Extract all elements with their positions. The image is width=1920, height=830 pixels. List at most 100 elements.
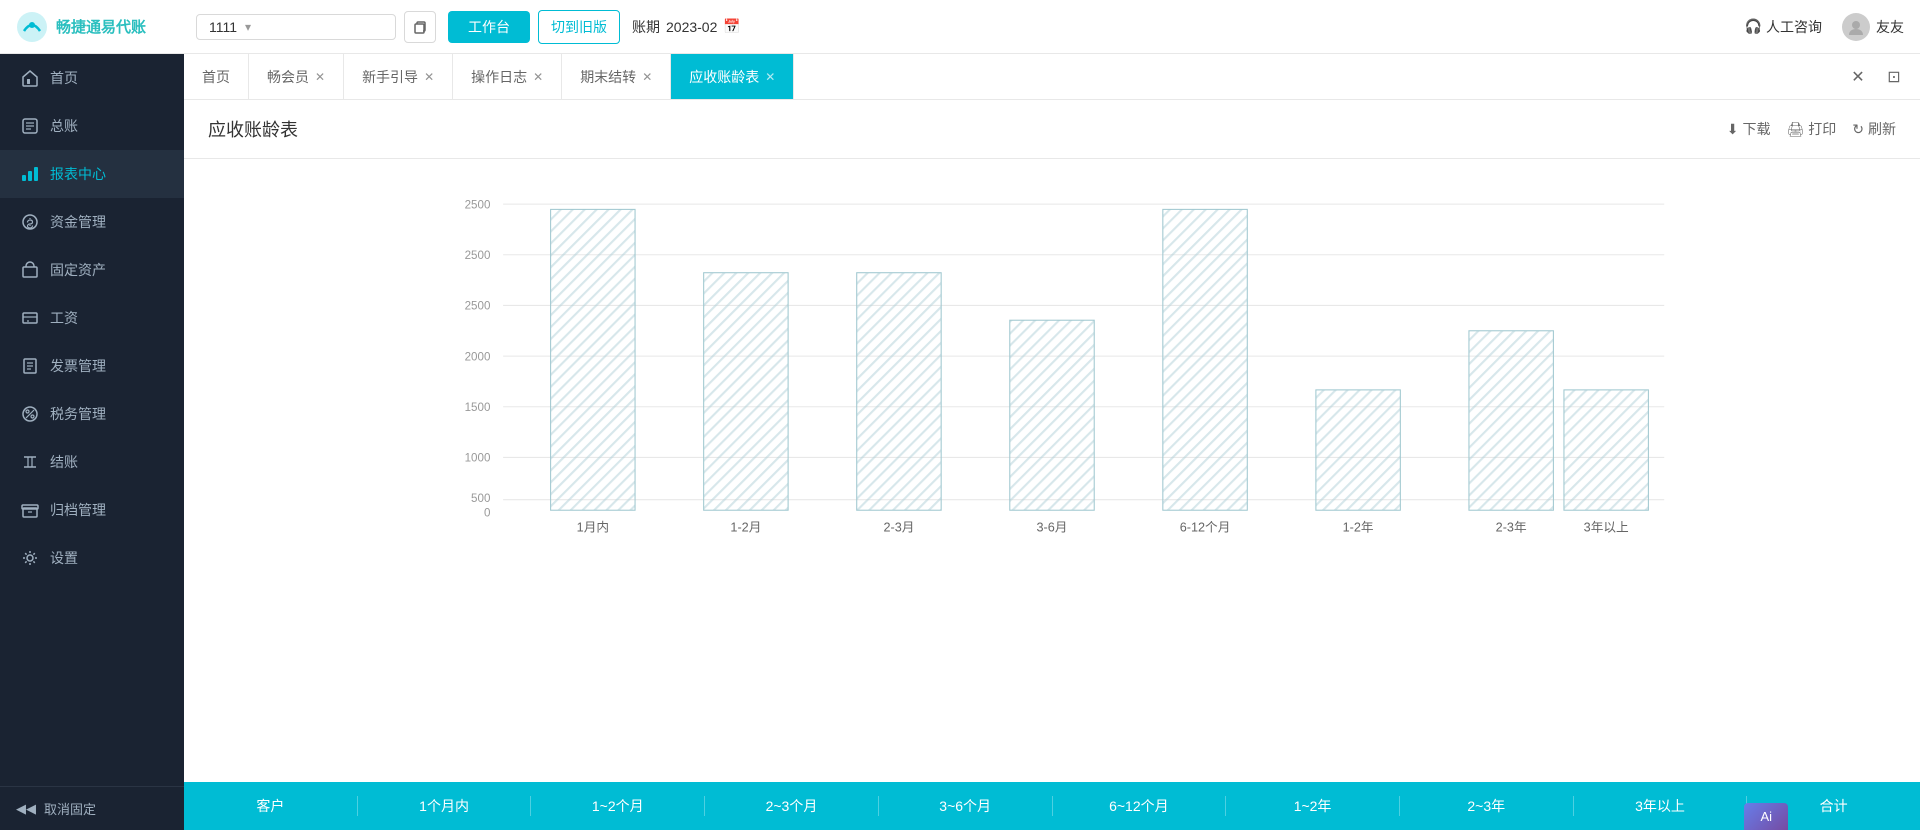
payroll-icon: [20, 308, 40, 328]
user-area[interactable]: 友友: [1842, 13, 1904, 41]
sidebar-item-tax[interactable]: 税务管理: [0, 390, 184, 438]
sidebar-label-reports: 报表中心: [50, 164, 106, 184]
tab-member[interactable]: 畅会员 ✕: [249, 54, 344, 100]
sidebar-item-home[interactable]: 首页: [0, 54, 184, 102]
headset-icon: 🎧: [1745, 18, 1762, 35]
close-member-tab[interactable]: ✕: [315, 70, 325, 84]
svg-text:1500: 1500: [465, 401, 491, 414]
logo-area: 畅捷通易代账: [16, 11, 196, 43]
settings-icon: [20, 548, 40, 568]
tabs-actions: ✕ ⊡: [1832, 63, 1920, 91]
sidebar-item-payroll[interactable]: 工资: [0, 294, 184, 342]
sidebar-label-settlement: 结账: [50, 452, 78, 472]
maximize-button[interactable]: ⊡: [1880, 63, 1908, 91]
col-header-customer: 客户: [184, 796, 358, 816]
col-header-6-12m: 6~12个月: [1053, 796, 1227, 816]
invoice-icon: [20, 356, 40, 376]
svg-text:0: 0: [484, 507, 490, 520]
page-title: 应收账龄表: [208, 116, 298, 142]
svg-text:500: 500: [471, 492, 490, 505]
archive-icon: [20, 500, 40, 520]
sidebar-item-reports[interactable]: 报表中心: [0, 150, 184, 198]
settlement-icon: [20, 452, 40, 472]
period-label: 账期: [632, 17, 660, 37]
close-guide-tab[interactable]: ✕: [424, 70, 434, 84]
svg-text:1-2年: 1-2年: [1343, 520, 1374, 534]
tabs-bar: 首页 畅会员 ✕ 新手引导 ✕ 操作日志 ✕ 期末结转 ✕ 应收账龄表 ✕: [184, 54, 1920, 100]
svg-text:6-12个月: 6-12个月: [1180, 520, 1231, 534]
tab-oplog[interactable]: 操作日志 ✕: [453, 54, 562, 100]
period-value: 2023-02: [666, 19, 717, 35]
workbench-button[interactable]: 工作台: [448, 11, 530, 43]
col-header-2-3y: 2~3年: [1400, 796, 1574, 816]
svg-text:2-3月: 2-3月: [883, 520, 914, 534]
sidebar-item-ledger[interactable]: 总账: [0, 102, 184, 150]
svg-text:2500: 2500: [465, 198, 491, 211]
col-header-2-3m: 2~3个月: [705, 796, 879, 816]
sidebar-label-home: 首页: [50, 68, 78, 88]
svg-text:1月内: 1月内: [577, 520, 609, 534]
ai-badge[interactable]: Ai: [1744, 803, 1788, 830]
avatar: [1842, 13, 1870, 41]
company-select[interactable]: 1111 ▾: [196, 14, 396, 40]
sidebar-label-tax: 税务管理: [50, 404, 106, 424]
tax-icon: [20, 404, 40, 424]
sidebar-label-assets: 固定资产: [50, 260, 106, 280]
col-header-1m: 1个月内: [358, 796, 532, 816]
col-header-3y-plus: 3年以上: [1574, 796, 1748, 816]
sidebar-item-archive[interactable]: 归档管理: [0, 486, 184, 534]
ledger-icon: [20, 116, 40, 136]
close-aging-tab[interactable]: ✕: [765, 70, 775, 84]
refresh-icon: ↻: [1852, 121, 1864, 138]
col-header-1-2m: 1~2个月: [531, 796, 705, 816]
switch-version-button[interactable]: 切到旧版: [538, 10, 620, 44]
tab-guide[interactable]: 新手引导 ✕: [344, 54, 453, 100]
sidebar-item-settlement[interactable]: 结账: [0, 438, 184, 486]
calendar-icon[interactable]: 📅: [723, 18, 740, 35]
svg-text:2000: 2000: [465, 350, 491, 363]
chevron-down-icon: ▾: [245, 20, 251, 34]
page-content: 应收账龄表 ⬇ 下载 🖨 打印 ↻ 刷新: [184, 100, 1920, 830]
close-all-tabs-button[interactable]: ✕: [1844, 63, 1872, 91]
print-icon: 🖨: [1786, 121, 1804, 138]
tab-home[interactable]: 首页: [184, 54, 249, 100]
assets-icon: [20, 260, 40, 280]
copy-button[interactable]: [404, 11, 436, 43]
logo-text: 畅捷通易代账: [56, 16, 146, 37]
home-icon: [20, 68, 40, 88]
print-button[interactable]: 🖨 打印: [1786, 119, 1836, 139]
sidebar-item-settings[interactable]: 设置: [0, 534, 184, 582]
sidebar-item-assets[interactable]: 固定资产: [0, 246, 184, 294]
svg-text:2500: 2500: [465, 249, 491, 262]
close-yearend-tab[interactable]: ✕: [642, 70, 652, 84]
header: 畅捷通易代账 1111 ▾ 工作台 切到旧版 账期 2023-02 📅 🎧 人工…: [0, 0, 1920, 54]
sidebar-item-funds[interactable]: 资金管理: [0, 198, 184, 246]
sidebar-label-settings: 设置: [50, 548, 78, 568]
tab-aging[interactable]: 应收账龄表 ✕: [671, 54, 794, 100]
svg-text:3年以上: 3年以上: [1584, 520, 1629, 534]
funds-icon: [20, 212, 40, 232]
main-layout: 首页 总账 报表中心 资金管理 固定资产: [0, 54, 1920, 830]
download-button[interactable]: ⬇ 下载: [1727, 119, 1771, 139]
sidebar-item-invoice[interactable]: 发票管理: [0, 342, 184, 390]
col-header-1-2y: 1~2年: [1226, 796, 1400, 816]
company-name: 1111: [209, 19, 237, 35]
sidebar-label-ledger: 总账: [50, 116, 78, 136]
reports-icon: [20, 164, 40, 184]
page-header: 应收账龄表 ⬇ 下载 🖨 打印 ↻ 刷新: [184, 100, 1920, 159]
pin-icon: ◀◀: [16, 801, 36, 817]
table-footer-header: 客户 1个月内 1~2个月 2~3个月 3~6个月 6~12个月 1~2年 2~…: [184, 782, 1920, 830]
chart-container: 2500 2500 2500 2000 1500 1000 500 0: [208, 183, 1896, 563]
user-name: 友友: [1876, 17, 1904, 37]
tab-yearend[interactable]: 期末结转 ✕: [562, 54, 671, 100]
chart-area: 2500 2500 2500 2000 1500 1000 500 0: [184, 159, 1920, 782]
download-icon: ⬇: [1727, 121, 1739, 138]
cancel-pin-button[interactable]: ◀◀ 取消固定: [0, 786, 184, 830]
page-actions: ⬇ 下载 🖨 打印 ↻ 刷新: [1727, 119, 1896, 139]
close-oplog-tab[interactable]: ✕: [533, 70, 543, 84]
header-right: 🎧 人工咨询 友友: [1745, 13, 1904, 41]
refresh-button[interactable]: ↻ 刷新: [1852, 119, 1896, 139]
sidebar-label-archive: 归档管理: [50, 500, 106, 520]
svg-text:1-2月: 1-2月: [730, 520, 761, 534]
consult-button[interactable]: 🎧 人工咨询: [1745, 17, 1822, 37]
